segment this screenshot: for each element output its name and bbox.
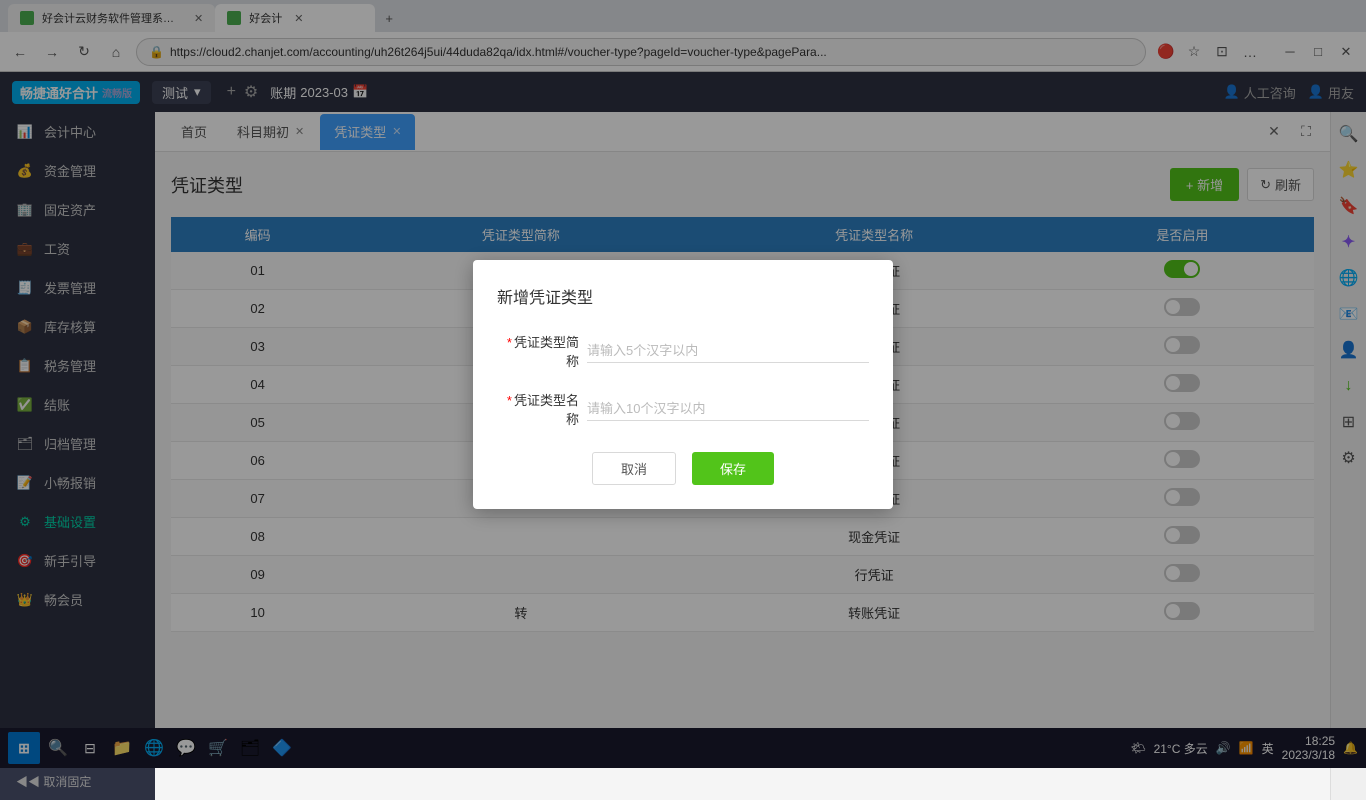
name-field: 凭证类型名称 xyxy=(497,390,869,428)
name-input[interactable] xyxy=(587,397,869,421)
abbr-field: 凭证类型简称 xyxy=(497,332,869,370)
abbr-input[interactable] xyxy=(587,339,869,363)
save-button[interactable]: 保存 xyxy=(692,452,774,485)
dialog-overlay: 新增凭证类型 凭证类型简称 凭证类型名称 取消 保存 xyxy=(0,0,1366,768)
abbr-field-label: 凭证类型简称 xyxy=(497,332,587,370)
pin-icon: ◀◀ xyxy=(16,775,40,789)
dialog-footer: 取消 保存 xyxy=(497,452,869,485)
name-field-label: 凭证类型名称 xyxy=(497,390,587,428)
dialog-title: 新增凭证类型 xyxy=(497,284,869,308)
cancel-pin-button[interactable]: ◀◀ 取消固定 xyxy=(0,763,155,800)
cancel-pin-label: 取消固定 xyxy=(43,775,91,789)
cancel-button[interactable]: 取消 xyxy=(592,452,676,485)
new-voucher-type-dialog: 新增凭证类型 凭证类型简称 凭证类型名称 取消 保存 xyxy=(473,260,893,509)
